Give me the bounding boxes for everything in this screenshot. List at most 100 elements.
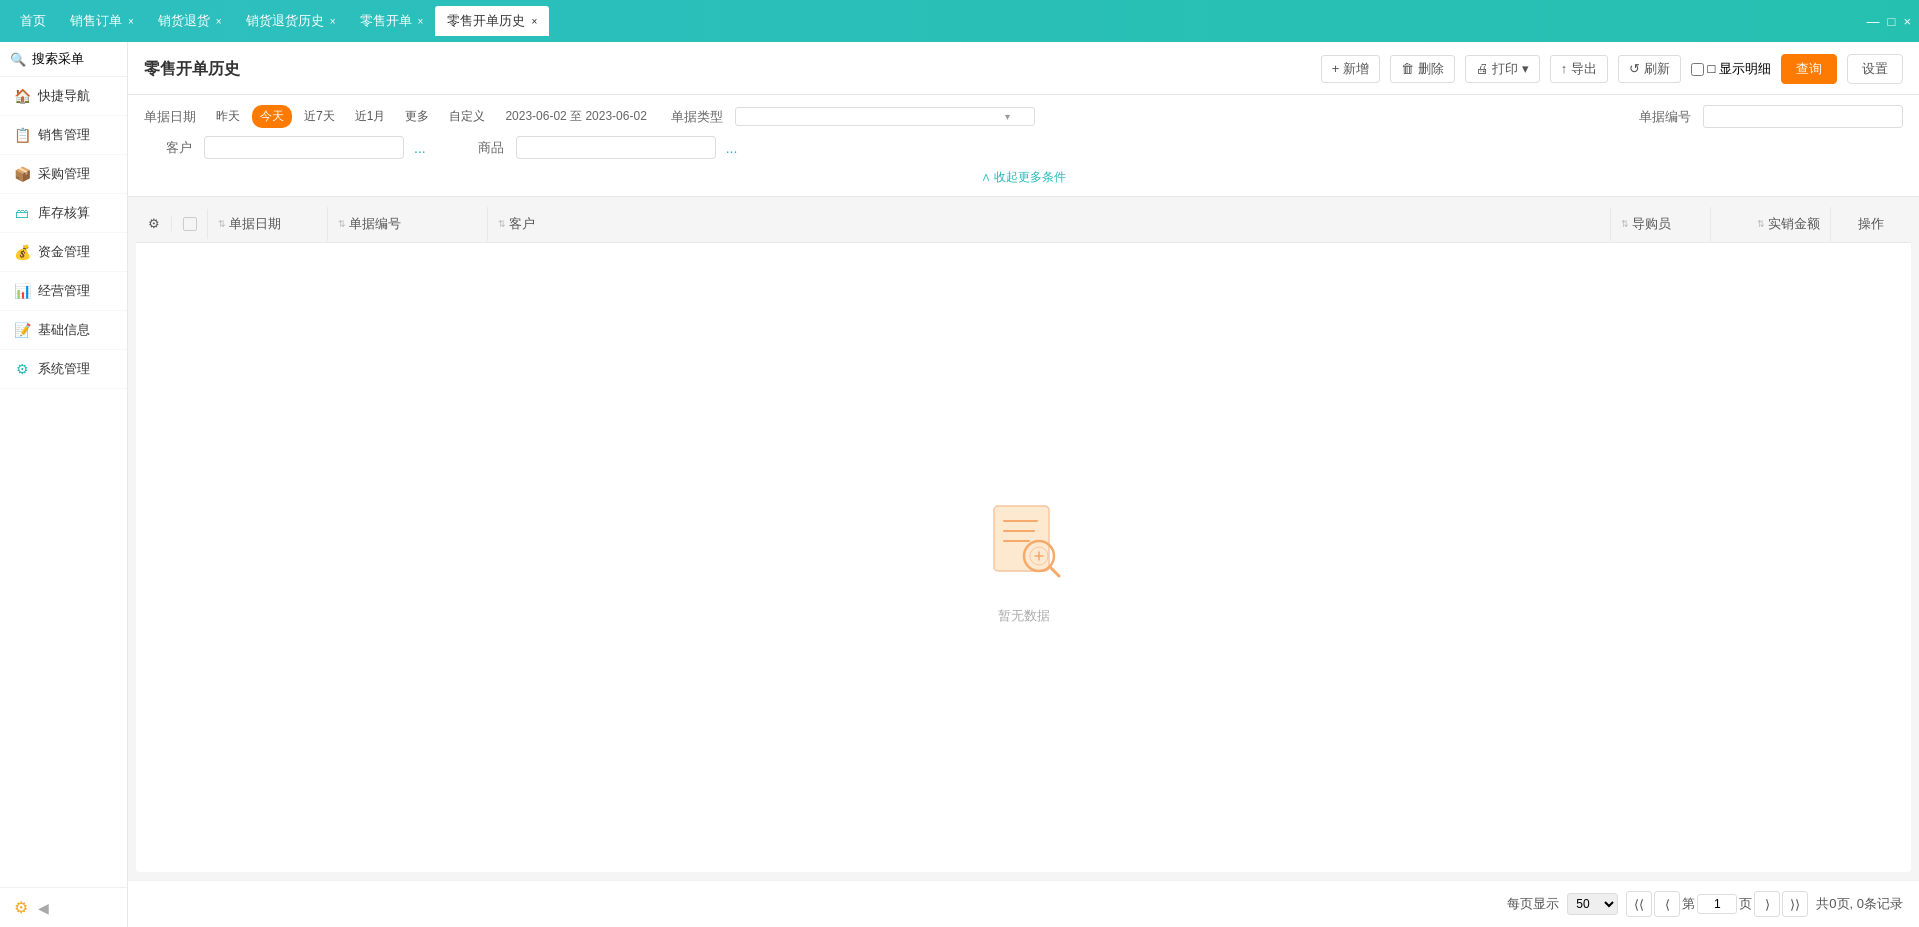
search-icon: 🔍: [10, 52, 26, 67]
filter-row-2: 客户 ... 商品 ...: [144, 136, 1903, 159]
empty-text: 暂无数据: [998, 607, 1050, 625]
tab-retail-open-history-close[interactable]: ×: [531, 16, 537, 27]
svg-line-6: [1050, 567, 1059, 576]
th-order-no-label: 单据编号: [349, 215, 401, 233]
page-number-input[interactable]: [1697, 894, 1737, 914]
tab-sales-return[interactable]: 销货退货 ×: [146, 6, 234, 36]
order-no-input[interactable]: [1703, 105, 1903, 128]
filter-product-group: 商品 ...: [456, 136, 744, 159]
product-select-btn[interactable]: ...: [720, 140, 744, 156]
th-amount[interactable]: ⇅ 实销金额: [1711, 207, 1831, 241]
system-icon: ⚙: [14, 361, 30, 377]
page-label: 第: [1682, 895, 1695, 913]
pagination: 每页显示 50 10 20 100 ⟨⟨ ⟨ 第 页 ⟩ ⟩⟩ 共0页, 0条记…: [128, 880, 1919, 927]
tab-sales-order-label: 销售订单: [70, 12, 122, 30]
tab-home-label: 首页: [20, 12, 46, 30]
tab-retail-open-history-label: 零售开单历史: [447, 12, 525, 30]
tab-sales-return-label: 销货退货: [158, 12, 210, 30]
product-input[interactable]: [516, 136, 716, 159]
page-next-btn[interactable]: ⟩: [1754, 891, 1780, 917]
sidebar-item-purchase-mgmt[interactable]: 📦 采购管理: [0, 155, 127, 194]
th-checkbox[interactable]: [172, 209, 208, 239]
filter-order-no-group: 单据编号: [1639, 105, 1903, 128]
order-type-select[interactable]: ▾: [735, 107, 1035, 126]
date-btn-today[interactable]: 今天: [252, 105, 292, 128]
print-button[interactable]: 🖨 打印 ▾: [1465, 55, 1540, 83]
sidebar-item-quick-nav[interactable]: 🏠 快捷导航: [0, 77, 127, 116]
sidebar-item-inventory[interactable]: 🗃 库存核算: [0, 194, 127, 233]
purchase-icon: 📦: [14, 166, 30, 182]
sidebar-item-system[interactable]: ⚙ 系统管理: [0, 350, 127, 389]
empty-state: 暂无数据: [136, 243, 1911, 872]
filter-customer-group: 客户 ...: [144, 136, 432, 159]
window-min-btn[interactable]: —: [1867, 14, 1880, 29]
sidebar-item-purchase-mgmt-label: 采购管理: [38, 165, 90, 183]
window-close-btn[interactable]: ×: [1903, 14, 1911, 29]
page-first-btn[interactable]: ⟨⟨: [1626, 891, 1652, 917]
date-btn-1month[interactable]: 近1月: [347, 105, 394, 128]
date-label: 单据日期: [144, 108, 204, 126]
delete-button[interactable]: 🗑 删除: [1390, 55, 1455, 83]
per-page-select[interactable]: 50 10 20 100: [1567, 893, 1618, 915]
date-btn-group: 昨天 今天 近7天 近1月 更多 自定义: [208, 105, 493, 128]
customer-select-btn[interactable]: ...: [408, 140, 432, 156]
page-title: 零售开单历史: [144, 59, 240, 90]
sidebar-search[interactable]: 🔍 搜索采单: [0, 42, 127, 77]
date-btn-more[interactable]: 更多: [397, 105, 437, 128]
export-label: ↑ 导出: [1561, 60, 1597, 78]
page-last-btn[interactable]: ⟩⟩: [1782, 891, 1808, 917]
th-order-no[interactable]: ⇅ 单据编号: [328, 207, 488, 241]
tab-sales-order-close[interactable]: ×: [128, 16, 134, 27]
tab-home[interactable]: 首页: [8, 6, 58, 36]
tab-retail-open-history[interactable]: 零售开单历史 ×: [435, 6, 549, 36]
sidebar-item-sales-mgmt[interactable]: 📋 销售管理: [0, 116, 127, 155]
sidebar-bottom: ⚙ ◀: [0, 887, 127, 927]
sidebar-item-finance-label: 资金管理: [38, 243, 90, 261]
sidebar-item-basic-info[interactable]: 📝 基础信息: [0, 311, 127, 350]
tab-sales-order[interactable]: 销售订单 ×: [58, 6, 146, 36]
total-info: 共0页, 0条记录: [1816, 895, 1903, 913]
sort-icon-order-no: ⇅: [338, 219, 346, 229]
sidebar-item-inventory-label: 库存核算: [38, 204, 90, 222]
page-prev-btn[interactable]: ⟨: [1654, 891, 1680, 917]
tab-sales-return-history[interactable]: 销货退货历史 ×: [234, 6, 348, 36]
basic-info-icon: 📝: [14, 322, 30, 338]
add-label: + 新增: [1332, 60, 1369, 78]
sidebar-item-sales-mgmt-label: 销售管理: [38, 126, 90, 144]
select-all-checkbox[interactable]: [183, 217, 197, 231]
show-detail-checkbox[interactable]: [1691, 63, 1704, 76]
operations-icon: 📊: [14, 283, 30, 299]
sidebar-search-label: 搜索采单: [32, 50, 84, 68]
show-detail-toggle[interactable]: □ 显示明细: [1691, 60, 1771, 78]
tab-retail-open-close[interactable]: ×: [418, 16, 424, 27]
main-layout: 🔍 搜索采单 🏠 快捷导航 📋 销售管理 📦 采购管理 🗃 库存核算 💰 资金管…: [0, 42, 1919, 927]
add-button[interactable]: + 新增: [1321, 55, 1380, 83]
th-gear[interactable]: ⚙: [136, 216, 172, 231]
th-customer[interactable]: ⇅ 客户: [488, 207, 1611, 241]
th-date-label: 单据日期: [229, 215, 281, 233]
filter-area: 单据日期 昨天 今天 近7天 近1月 更多 自定义 2023-06-02 至 2…: [128, 95, 1919, 197]
collapse-btn[interactable]: ∧ 收起更多条件: [981, 169, 1066, 186]
settings-icon[interactable]: ⚙: [14, 898, 28, 917]
query-button[interactable]: 查询: [1781, 54, 1837, 84]
date-btn-custom[interactable]: 自定义: [441, 105, 493, 128]
tab-sales-return-history-close[interactable]: ×: [330, 16, 336, 27]
sort-icon-date: ⇅: [218, 219, 226, 229]
sidebar-item-operations[interactable]: 📊 经营管理: [0, 272, 127, 311]
sort-icon-amount: ⇅: [1757, 219, 1765, 229]
customer-input[interactable]: [204, 136, 404, 159]
tab-sales-return-close[interactable]: ×: [216, 16, 222, 27]
refresh-button[interactable]: ↺ 刷新: [1618, 55, 1681, 83]
empty-icon: [974, 491, 1074, 591]
sidebar-item-finance[interactable]: 💰 资金管理: [0, 233, 127, 272]
tab-retail-open[interactable]: 零售开单 ×: [348, 6, 436, 36]
content-area: 零售开单历史 + 新增 🗑 删除 🖨 打印 ▾ ↑ 导出 ↺ 刷新: [128, 42, 1919, 927]
collapse-sidebar-icon[interactable]: ◀: [38, 900, 49, 916]
date-btn-yesterday[interactable]: 昨天: [208, 105, 248, 128]
window-max-btn[interactable]: □: [1888, 14, 1896, 29]
settings-button[interactable]: 设置: [1847, 54, 1903, 84]
export-button[interactable]: ↑ 导出: [1550, 55, 1608, 83]
th-date[interactable]: ⇅ 单据日期: [208, 207, 328, 241]
th-guide[interactable]: ⇅ 导购员: [1611, 207, 1711, 241]
date-btn-7days[interactable]: 近7天: [296, 105, 343, 128]
